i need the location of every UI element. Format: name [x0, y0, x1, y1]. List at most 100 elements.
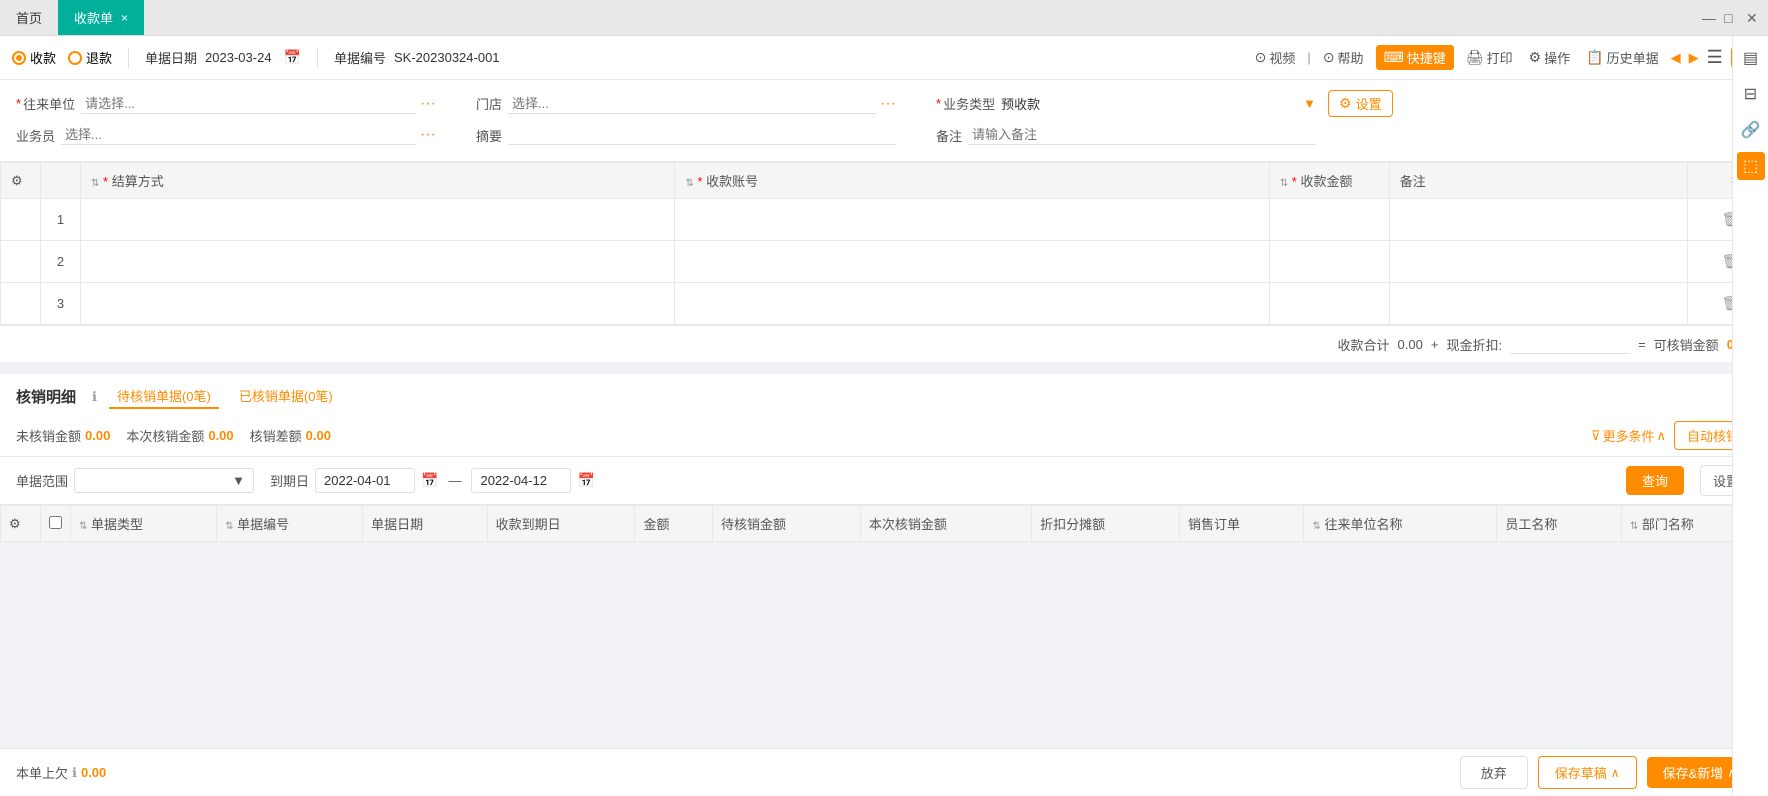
- col-sales-order-label: 销售订单: [1188, 517, 1240, 532]
- date-separator: —: [448, 473, 461, 488]
- query-btn-label: 查询: [1642, 474, 1668, 489]
- right-panel: ▤ ⊟ 🔗 ⬚: [1732, 36, 1768, 796]
- salesman-input[interactable]: [61, 125, 416, 145]
- filter-uncleaned: 未核销金额 0.00: [16, 426, 110, 445]
- footer-info-icon[interactable]: ℹ: [72, 765, 77, 781]
- close-icon[interactable]: ✕: [1746, 11, 1760, 25]
- salesman-more-btn[interactable]: ···: [420, 126, 436, 144]
- partner-more-btn[interactable]: ···: [420, 95, 436, 113]
- bottom-gear-col[interactable]: ⚙: [1, 506, 41, 542]
- row-3-amount[interactable]: [1269, 283, 1389, 325]
- col-payment-method-label: 结算方式: [112, 174, 164, 189]
- bottom-col-amount: 金额: [635, 506, 713, 542]
- bottom-col-sales-order: 销售订单: [1180, 506, 1304, 542]
- select-all-checkbox[interactable]: [49, 516, 62, 529]
- col-type-label: 单据类型: [91, 517, 143, 532]
- settings-btn[interactable]: ⚙ 设置: [1328, 90, 1393, 117]
- col-current-label: 本次核销金额: [869, 517, 947, 532]
- col-discount-label: 折扣分摊额: [1040, 517, 1105, 532]
- panel-icon-4[interactable]: ⬚: [1737, 152, 1765, 180]
- row-1-account[interactable]: [675, 199, 1269, 241]
- toolbar-ops-btn[interactable]: ⚙ 操作: [1525, 46, 1575, 69]
- notes-label: 备注: [936, 126, 962, 145]
- radio-collection[interactable]: 收款: [12, 48, 56, 67]
- toolbar-video-btn[interactable]: ⊙ 视频: [1251, 46, 1300, 69]
- row-1-amount[interactable]: [1269, 199, 1389, 241]
- date-from-input[interactable]: [315, 468, 415, 493]
- biz-type-arrow[interactable]: ▼: [1303, 96, 1316, 111]
- main-table-area: ⚙ ⇅ * 结算方式 ⇅ * 收款账号: [0, 162, 1768, 362]
- maximize-icon[interactable]: □: [1724, 11, 1738, 25]
- date-range-field: 到期日 📅 — 📅: [270, 468, 595, 493]
- discard-btn[interactable]: 放弃: [1460, 756, 1528, 789]
- doc-date-label: 单据日期: [145, 48, 197, 67]
- summary-row: 收款合计 0.00 + 现金折扣: = 可核销金额 0.00: [0, 325, 1768, 362]
- sort-icon-bt-3: ⇅: [1312, 521, 1320, 532]
- more-conditions-btn[interactable]: ⊽ 更多条件 ∧: [1591, 426, 1666, 445]
- search-range-select[interactable]: ▼: [74, 468, 254, 493]
- table-row: 3 🗑 ⧉: [1, 283, 1768, 325]
- toolbar-shortcut-btn[interactable]: ⌨ 快捷键: [1376, 45, 1454, 70]
- radio-refund[interactable]: 退款: [68, 48, 112, 67]
- biz-type-label: 业务类型: [943, 94, 995, 113]
- tab-pending[interactable]: 待核销单据(0笔): [109, 384, 219, 409]
- col-account: ⇅ * 收款账号: [675, 163, 1269, 199]
- row-2-account[interactable]: [675, 241, 1269, 283]
- date-to-input[interactable]: [471, 468, 571, 493]
- partner-input[interactable]: [81, 94, 416, 114]
- salesman-field: 业务员 ···: [16, 125, 436, 145]
- row-2-method[interactable]: [81, 241, 675, 283]
- settings-label: 设置: [1356, 94, 1382, 113]
- panel-icon-3[interactable]: 🔗: [1737, 116, 1765, 144]
- help-icon: ⊙: [1323, 49, 1335, 66]
- tab-done[interactable]: 已核销单据(0笔): [231, 384, 341, 409]
- nav-right-icon[interactable]: ▶: [1689, 50, 1699, 66]
- minimize-icon[interactable]: —: [1702, 11, 1716, 25]
- summary-discount-input[interactable]: [1510, 334, 1630, 354]
- date-to-calendar-icon[interactable]: 📅: [577, 472, 594, 489]
- tab-current[interactable]: 收款单 ×: [58, 0, 144, 35]
- draft-btn-arrow: ∧: [1611, 766, 1620, 780]
- col-notes: 备注: [1389, 163, 1687, 199]
- row-2-amount[interactable]: [1269, 241, 1389, 283]
- toolbar-print-btn[interactable]: 🖨 打印: [1462, 46, 1517, 69]
- notes-input[interactable]: [968, 125, 1316, 145]
- section-title: 核销明细: [16, 386, 76, 407]
- nav-left-icon[interactable]: ◀: [1671, 50, 1681, 66]
- summary-input[interactable]: [508, 125, 896, 145]
- filter-icon: ⊽: [1591, 428, 1601, 444]
- row-3-method[interactable]: [81, 283, 675, 325]
- calendar-icon-1[interactable]: 📅: [284, 49, 301, 66]
- sort-icon-bt-4: ⇅: [1630, 521, 1638, 532]
- toolbar-history-btn[interactable]: 📋 历史单据: [1582, 46, 1662, 69]
- bottom-col-no: ⇅ 单据编号: [217, 506, 363, 542]
- sort-icon-2: ⇅: [685, 178, 693, 189]
- toolbar-help-btn[interactable]: ⊙ 帮助: [1319, 46, 1368, 69]
- footer-value: 0.00: [81, 765, 106, 780]
- table-gear-col[interactable]: ⚙: [1, 163, 41, 199]
- row-1-method[interactable]: [81, 199, 675, 241]
- ops-icon: ⚙: [1529, 49, 1542, 66]
- row-3-account[interactable]: [675, 283, 1269, 325]
- panel-icon-2[interactable]: ⊟: [1737, 80, 1765, 108]
- store-more-btn[interactable]: ···: [880, 95, 896, 113]
- info-icon[interactable]: ℹ: [92, 389, 97, 405]
- store-label: 门店: [476, 94, 502, 113]
- store-field: 门店 ···: [476, 94, 896, 114]
- row-1-notes[interactable]: [1389, 199, 1687, 241]
- bottom-col-partner: ⇅ 往来单位名称: [1304, 506, 1497, 542]
- query-btn[interactable]: 查询: [1626, 466, 1684, 495]
- footer-left: 本单上欠 ℹ 0.00: [16, 763, 106, 782]
- row-2-notes[interactable]: [1389, 241, 1687, 283]
- date-from-calendar-icon[interactable]: 📅: [421, 472, 438, 489]
- draft-btn[interactable]: 保存草稿 ∧: [1538, 756, 1637, 789]
- table-row: 2 🗑 ⧉: [1, 241, 1768, 283]
- row-1-num: 1: [41, 199, 81, 241]
- store-input[interactable]: [508, 94, 876, 114]
- row-3-notes[interactable]: [1389, 283, 1687, 325]
- panel-icon-1[interactable]: ▤: [1737, 44, 1765, 72]
- tab-home[interactable]: 首页: [0, 0, 58, 35]
- sort-icon-1: ⇅: [91, 178, 99, 189]
- layout-icon[interactable]: ☰: [1707, 47, 1723, 68]
- tab-close-icon[interactable]: ×: [121, 11, 128, 25]
